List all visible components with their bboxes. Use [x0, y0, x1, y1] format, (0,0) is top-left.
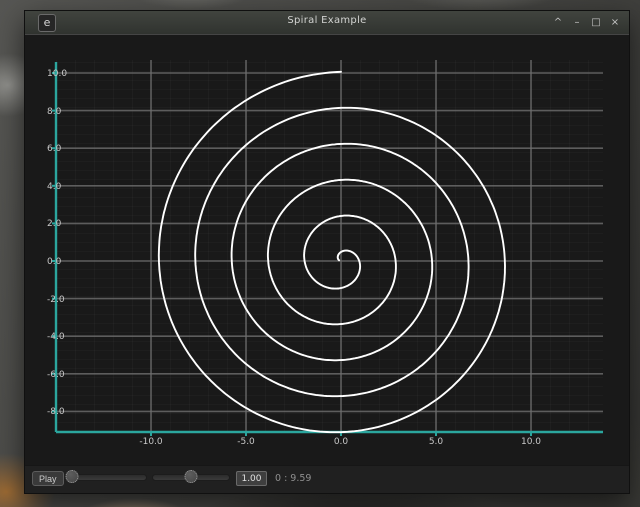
speed-slider-handle[interactable]: [184, 470, 198, 483]
x-tick-label: -5.0: [237, 437, 255, 447]
time-slider-handle[interactable]: [65, 470, 79, 483]
titlebar-buttons: ^ – □ ×: [552, 11, 621, 34]
y-tick-label: -4.0: [47, 332, 65, 343]
y-tick-label: -8.0: [47, 407, 65, 418]
y-tick-label: 4.0: [47, 181, 62, 192]
desktop-wallpaper: e Spiral Example ^ – □ × -10.0 -5.0 0.0 5.0…: [0, 0, 640, 507]
control-bar: Play 1.00 0 : 9.59: [25, 465, 629, 493]
x-tick-label: 10.0: [520, 437, 542, 447]
minimize-icon[interactable]: –: [571, 11, 583, 34]
y-tick-label: 8.0: [47, 106, 62, 117]
x-tick-label: 5.0: [428, 437, 444, 447]
close-icon[interactable]: ×: [609, 11, 621, 34]
y-tick-label: 10.0: [47, 69, 68, 79]
x-tick-label: -10.0: [139, 437, 163, 447]
app-window: e Spiral Example ^ – □ × -10.0 -5.0 0.0 5.0…: [24, 10, 630, 494]
y-tick-label: -2.0: [47, 294, 65, 305]
y-tick-label: 2.0: [47, 219, 62, 230]
spiral-plot[interactable]: [25, 35, 629, 495]
speed-value-box[interactable]: 1.00: [236, 471, 267, 486]
y-tick-label: 0.0: [47, 257, 62, 267]
spiral-path: [157, 70, 506, 434]
shade-icon[interactable]: ^: [552, 11, 564, 34]
time-slider[interactable]: [65, 470, 147, 483]
play-button[interactable]: Play: [32, 471, 64, 486]
maximize-icon[interactable]: □: [590, 11, 602, 34]
window-title: Spiral Example: [287, 15, 367, 26]
time-range-label: 0 : 9.59: [275, 473, 312, 484]
plot-canvas[interactable]: -10.0 -5.0 0.0 5.0 10.0 10.0 8.0 6.0 4.0 2.0 0.0 -2…: [25, 34, 629, 493]
x-tick-label: 0.0: [333, 437, 349, 447]
y-tick-label: 6.0: [47, 144, 62, 155]
speed-slider[interactable]: [152, 470, 230, 483]
y-tick-label: -6.0: [47, 369, 65, 380]
titlebar[interactable]: e Spiral Example ^ – □ ×: [25, 11, 629, 35]
